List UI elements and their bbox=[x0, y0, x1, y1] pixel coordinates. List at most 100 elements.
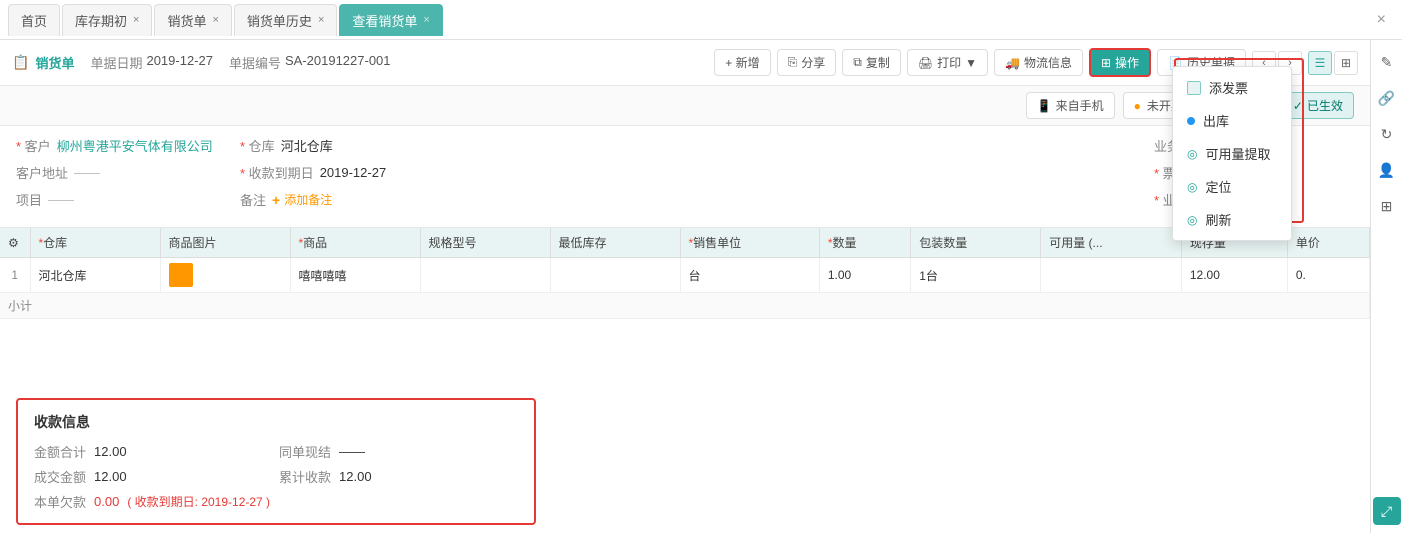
operation-button-label: 操作 bbox=[1115, 54, 1139, 71]
doc-header: 📋 销货单 单据日期 2019-12-27 单据编号 SA-20191227-0… bbox=[0, 40, 1370, 86]
row-warehouse: 河北仓库 bbox=[30, 258, 160, 293]
print-button-label: 打印 bbox=[937, 54, 961, 71]
outbound-label: 出库 bbox=[1203, 111, 1229, 130]
logistics-icon: 🚚 bbox=[1005, 56, 1020, 70]
warehouse-field: 仓库 河北仓库 bbox=[240, 136, 440, 155]
operation-dropdown-menu: 添发票 出库 ◎ 可用量提取 ◎ 定位 ◎ 刷新 bbox=[1172, 66, 1292, 241]
tab-sales-history-close[interactable]: × bbox=[318, 14, 324, 26]
copy-button[interactable]: ⧉ 复制 bbox=[842, 49, 901, 76]
dropdown-outbound[interactable]: 出库 bbox=[1173, 104, 1291, 137]
row-pack-qty: 1台 bbox=[911, 258, 1041, 293]
outbound-icon bbox=[1187, 117, 1195, 125]
from-phone-label: 来自手机 bbox=[1056, 97, 1104, 114]
due-date-field: 收款到期日 2019-12-27 bbox=[240, 163, 440, 182]
payment-grid: 金额合计 12.00 同单现结 —— 成交金额 12.00 累计收款 12.00… bbox=[34, 442, 518, 511]
same-order-item: 同单现结 —— bbox=[279, 442, 518, 461]
locate-label: 定位 bbox=[1205, 177, 1231, 196]
subtotal-label: 小计 bbox=[0, 293, 1370, 319]
right-sidebar: ✎ 🔗 ↻ 👤 ⊞ ⤢ bbox=[1370, 40, 1402, 533]
tab-view-sales-close[interactable]: × bbox=[423, 14, 429, 26]
operation-button[interactable]: ⊞ 操作 bbox=[1089, 48, 1151, 77]
row-available bbox=[1041, 258, 1182, 293]
from-phone-button[interactable]: 📱 来自手机 bbox=[1026, 92, 1115, 119]
print-button[interactable]: 🖨 打印 ▼ bbox=[907, 49, 988, 76]
sidebar-link-icon[interactable]: 🔗 bbox=[1373, 84, 1401, 112]
col-quantity: *数量 bbox=[819, 228, 910, 258]
row-product: 嘻嘻嘻嘻 bbox=[290, 258, 420, 293]
doc-title: 📋 销货单 bbox=[12, 53, 74, 72]
project-label: 项目 bbox=[16, 190, 42, 209]
doc-type-label: 销货单 bbox=[35, 53, 74, 72]
window-close-button[interactable]: × bbox=[1369, 7, 1394, 33]
copy-icon: ⧉ bbox=[853, 55, 862, 70]
share-button[interactable]: ⎘ 分享 bbox=[777, 49, 837, 76]
customer-field: 客户 柳州粤港平安气体有限公司 bbox=[16, 136, 216, 155]
transaction-amount-value: 12.00 bbox=[94, 469, 127, 484]
transaction-amount-item: 成交金额 12.00 bbox=[34, 467, 273, 486]
cumulative-label: 累计收款 bbox=[279, 467, 331, 486]
dropdown-locate[interactable]: ◎ 定位 bbox=[1173, 170, 1291, 203]
address-field: 客户地址 —— bbox=[16, 163, 216, 182]
dropdown-add-invoice[interactable]: 添发票 bbox=[1173, 71, 1291, 104]
refresh-icon: ◎ bbox=[1187, 213, 1197, 227]
view-toggle: ☰ ⊞ bbox=[1308, 51, 1358, 75]
form-row-1: 客户 柳州粤港平安气体有限公司 仓库 河北仓库 业务员 演示账号 bbox=[16, 136, 1354, 155]
product-image-icon bbox=[169, 263, 193, 287]
add-note-label: 添加备注 bbox=[284, 191, 332, 208]
list-view-btn[interactable]: ☰ bbox=[1308, 51, 1332, 75]
sidebar-expand-icon[interactable]: ⤢ bbox=[1373, 497, 1401, 525]
form-area: 客户 柳州粤港平安气体有限公司 仓库 河北仓库 业务员 演示账号 客户地址 —— bbox=[0, 126, 1370, 228]
sidebar-user-icon[interactable]: 👤 bbox=[1373, 156, 1401, 184]
due-note: ( 收款到期日: 2019-12-27 ) bbox=[127, 493, 270, 510]
warehouse-value: 河北仓库 bbox=[281, 136, 333, 155]
doc-date-label: 单据日期 bbox=[90, 53, 142, 72]
tab-inventory-init[interactable]: 库存期初 × bbox=[62, 4, 152, 36]
form-row-2: 客户地址 —— 收款到期日 2019-12-27 票据类型 不开票 bbox=[16, 163, 1354, 182]
tab-view-sales[interactable]: 查看销货单 × bbox=[339, 4, 442, 36]
row-number: 1 bbox=[0, 258, 30, 293]
due-date-label: 收款到期日 bbox=[240, 163, 314, 182]
project-field: 项目 —— bbox=[16, 190, 216, 209]
effective-button[interactable]: ✓ 已生效 bbox=[1282, 92, 1354, 119]
tab-sales-order-close[interactable]: × bbox=[212, 14, 218, 26]
sidebar-edit-icon[interactable]: ✎ bbox=[1373, 48, 1401, 76]
row-min-stock bbox=[550, 258, 680, 293]
print-dropdown-arrow: ▼ bbox=[965, 56, 977, 70]
subtotal-row: 小计 bbox=[0, 293, 1370, 319]
due-date-value: 2019-12-27 bbox=[320, 165, 387, 180]
add-note-button[interactable]: + 添加备注 bbox=[272, 191, 332, 208]
product-table-wrapper: ⚙ *仓库 商品图片 *商品 规格型号 最低库存 *销售单位 *数量 包装数量 … bbox=[0, 228, 1370, 390]
col-sales-unit: *销售单位 bbox=[680, 228, 819, 258]
print-icon: 🖨 bbox=[918, 56, 933, 70]
row-unit-price: 0. bbox=[1287, 258, 1369, 293]
amount-total-item: 金额合计 12.00 bbox=[34, 442, 273, 461]
tab-bar: 首页 库存期初 × 销货单 × 销货单历史 × 查看销货单 × × bbox=[0, 0, 1402, 40]
new-button[interactable]: + 新增 bbox=[714, 49, 770, 76]
col-warehouse: *仓库 bbox=[30, 228, 160, 258]
grid-view-btn[interactable]: ⊞ bbox=[1334, 51, 1358, 75]
col-settings[interactable]: ⚙ bbox=[0, 228, 30, 258]
note-label: 备注 bbox=[240, 190, 266, 209]
tab-sales-history[interactable]: 销货单历史 × bbox=[234, 4, 337, 36]
tab-home[interactable]: 首页 bbox=[8, 4, 60, 36]
doc-number-label: 单据编号 bbox=[229, 53, 281, 72]
tab-sales-history-label: 销货单历史 bbox=[247, 11, 312, 30]
dropdown-refresh[interactable]: ◎ 刷新 bbox=[1173, 203, 1291, 236]
doc-date-value: 2019-12-27 bbox=[146, 53, 213, 72]
logistics-button[interactable]: 🚚 物流信息 bbox=[994, 49, 1083, 76]
add-invoice-label: 添发票 bbox=[1209, 78, 1248, 97]
row-sales-unit: 台 bbox=[680, 258, 819, 293]
action-row: 📱 来自手机 未开票 ✓ 已核销 ✓ 已生效 bbox=[0, 86, 1370, 126]
doc-meta: 单据日期 2019-12-27 单据编号 SA-20191227-001 bbox=[90, 53, 390, 72]
sidebar-refresh-icon[interactable]: ↻ bbox=[1373, 120, 1401, 148]
dropdown-available-qty[interactable]: ◎ 可用量提取 bbox=[1173, 137, 1291, 170]
tab-inventory-close[interactable]: × bbox=[133, 14, 139, 26]
plus-icon: + bbox=[272, 192, 280, 208]
sidebar-grid-icon[interactable]: ⊞ bbox=[1373, 192, 1401, 220]
logistics-button-label: 物流信息 bbox=[1024, 54, 1072, 71]
tab-sales-order[interactable]: 销货单 × bbox=[154, 4, 231, 36]
address-label: 客户地址 bbox=[16, 163, 68, 182]
col-unit-price: 单价 bbox=[1287, 228, 1369, 258]
col-product-image: 商品图片 bbox=[160, 228, 290, 258]
customer-value[interactable]: 柳州粤港平安气体有限公司 bbox=[57, 136, 213, 155]
